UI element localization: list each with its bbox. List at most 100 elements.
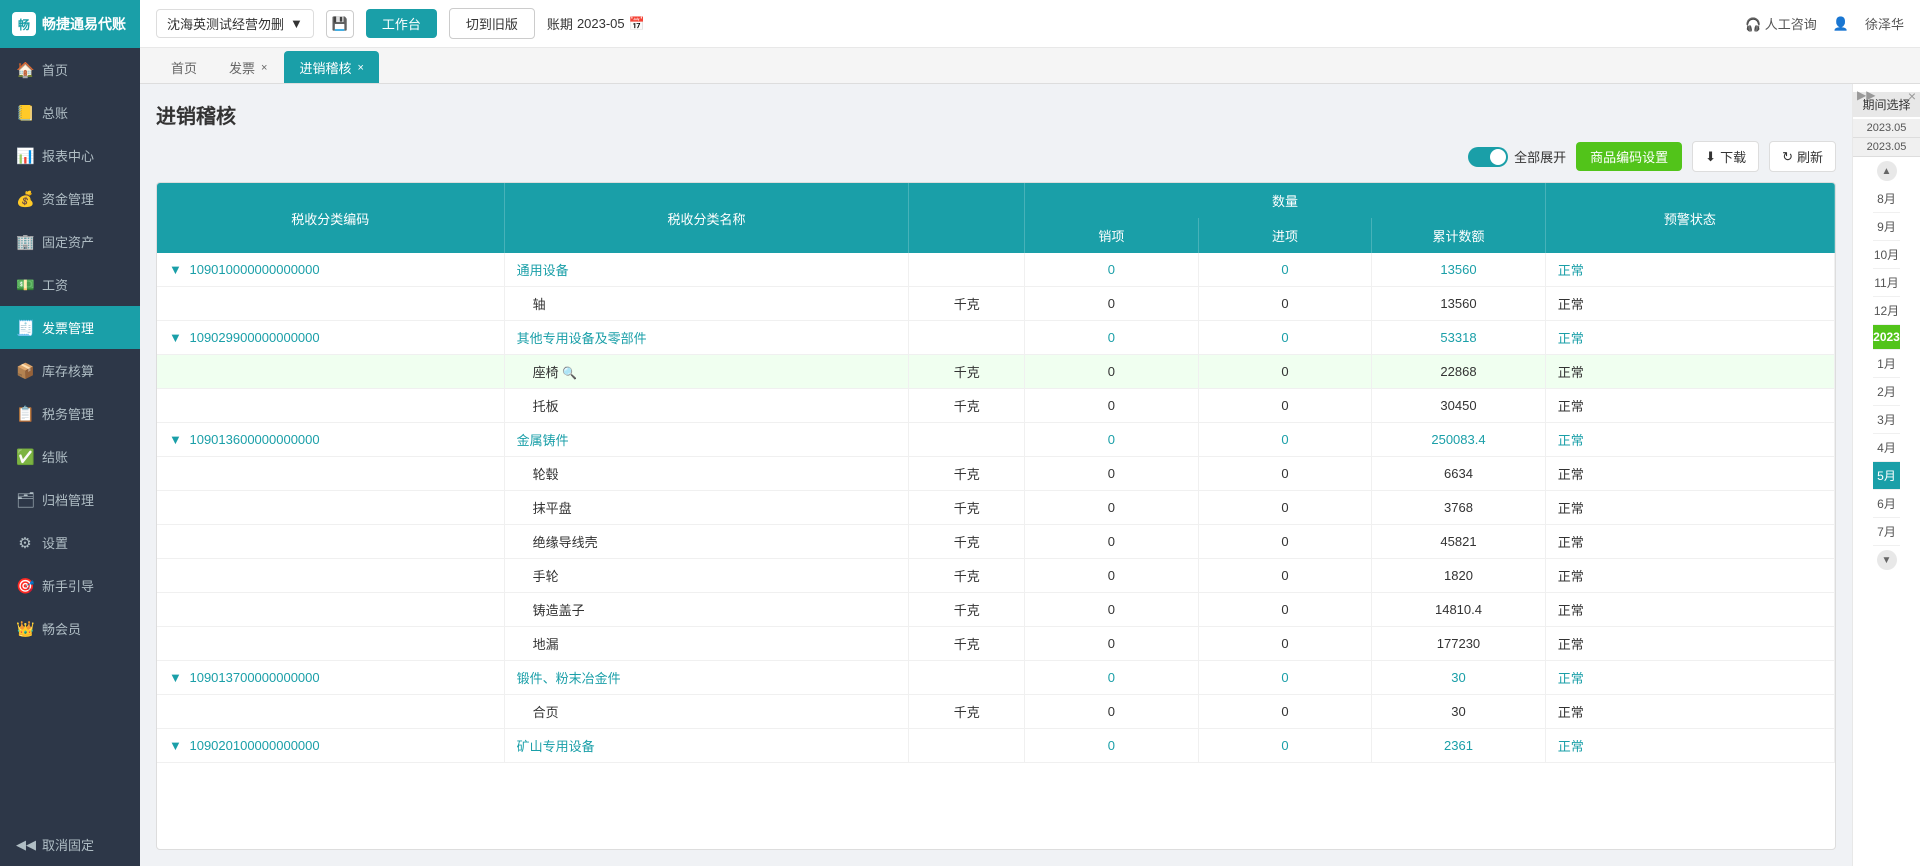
sidebar-item-funds[interactable]: 💰 资金管理 — [0, 177, 140, 220]
period-month-item[interactable]: 5月 — [1873, 462, 1900, 490]
unpin-label: 取消固定 — [42, 835, 94, 854]
sidebar-item-settlement[interactable]: ✅ 结账 — [0, 435, 140, 478]
sidebar-item-settings[interactable]: ⚙ 设置 — [0, 521, 140, 564]
tab-invoice-close[interactable]: × — [261, 62, 267, 74]
search-icon[interactable]: 🔍 — [562, 366, 577, 380]
refresh-button[interactable]: ↻ 刷新 — [1769, 141, 1836, 172]
user-avatar: 👤 — [1833, 16, 1849, 32]
collapse-down-button[interactable]: ▼ — [1877, 550, 1897, 570]
period-month-item[interactable]: 4月 — [1873, 434, 1900, 462]
sidebar-item-inventory[interactable]: 📦 库存核算 — [0, 349, 140, 392]
table-cell-name: 矿山专用设备 — [504, 729, 909, 763]
table-cell-code — [157, 627, 504, 661]
period-month-item[interactable]: 6月 — [1873, 490, 1900, 518]
table-cell-name: 座椅 🔍 — [504, 355, 909, 389]
expand-icon[interactable]: ▼ — [169, 670, 182, 685]
panel-close-button[interactable]: × — [1908, 88, 1916, 104]
expand-icon[interactable]: ▼ — [169, 330, 182, 345]
tab-check-close[interactable]: × — [357, 62, 363, 74]
expand-all-toggle[interactable]: 全部展开 — [1468, 147, 1566, 167]
table-cell-code — [157, 355, 504, 389]
download-icon: ⬇ — [1705, 149, 1716, 165]
tab-invoice[interactable]: 发票 × — [214, 51, 282, 83]
period-month-item[interactable]: 3月 — [1873, 406, 1900, 434]
period-year-bottom: 2023.05 — [1853, 138, 1920, 157]
col-cumulative: 累计数额 — [1372, 218, 1546, 253]
col-warning: 预警状态 — [1545, 183, 1834, 253]
table-cell-purchase: 0 — [1198, 355, 1372, 389]
period-month-item[interactable]: 2023 — [1873, 325, 1900, 350]
table-cell-sale: 0 — [1025, 423, 1199, 457]
period-month-item[interactable]: 12月 — [1873, 297, 1900, 325]
table-cell-status: 正常 — [1545, 457, 1834, 491]
table-cell-status: 正常 — [1545, 389, 1834, 423]
user-name: 徐泽华 — [1865, 14, 1904, 33]
table-cell-name: 地漏 — [504, 627, 909, 661]
expand-icon[interactable]: ▼ — [169, 738, 182, 753]
table-cell-unit: 千克 — [909, 559, 1025, 593]
workbench-button[interactable]: 工作台 — [366, 9, 437, 38]
table-cell-purchase: 0 — [1198, 695, 1372, 729]
page-title: 进销稽核 — [156, 100, 1836, 129]
period-month-item[interactable]: 1月 — [1873, 350, 1900, 378]
calendar-icon[interactable]: 📅 — [629, 16, 645, 32]
table-cell-code — [157, 389, 504, 423]
main-area: 沈海英测试经营勿删 ▼ 💾 工作台 切到旧版 账期 2023-05 📅 🎧 人工… — [140, 0, 1920, 866]
table-cell-purchase: 0 — [1198, 627, 1372, 661]
period-month-item[interactable]: 8月 — [1873, 185, 1900, 213]
collapse-up-button[interactable]: ▲ — [1877, 161, 1897, 181]
sidebar-item-tax[interactable]: 📋 税务管理 — [0, 392, 140, 435]
table-cell-code — [157, 287, 504, 321]
app-name: 畅捷通易代账 — [42, 14, 126, 34]
period-month-item[interactable]: 9月 — [1873, 213, 1900, 241]
col-sale: 销项 — [1025, 218, 1199, 253]
switch-version-button[interactable]: 切到旧版 — [449, 8, 535, 39]
product-code-settings-button[interactable]: 商品编码设置 — [1576, 142, 1682, 171]
table-cell-purchase: 0 — [1198, 321, 1372, 355]
sidebar-item-label: 报表中心 — [42, 146, 94, 165]
guide-icon: 🎯 — [16, 577, 34, 595]
panel-expand-icon[interactable]: ▶▶ — [1857, 88, 1875, 102]
period-month-item[interactable]: 7月 — [1873, 518, 1900, 546]
tab-check-label: 进销稽核 — [299, 58, 351, 77]
support-link[interactable]: 🎧 人工咨询 — [1745, 14, 1817, 33]
tab-check[interactable]: 进销稽核 × — [284, 51, 378, 83]
period-month-item[interactable]: 2月 — [1873, 378, 1900, 406]
archive-icon: 🗂 — [16, 491, 34, 509]
sidebar-item-salary[interactable]: 💵 工资 — [0, 263, 140, 306]
period-month-item[interactable]: 11月 — [1873, 269, 1900, 297]
tab-home[interactable]: 首页 — [156, 51, 212, 83]
period-month-item[interactable]: 10月 — [1873, 241, 1900, 269]
tabs-bar: 首页 发票 × 进销稽核 × — [140, 48, 1920, 84]
toggle-track[interactable] — [1468, 147, 1508, 167]
sidebar-item-member[interactable]: 👑 畅会员 — [0, 607, 140, 650]
table-cell-name: 抹平盘 — [504, 491, 909, 525]
sidebar-item-label: 首页 — [42, 60, 68, 79]
table-cell-cumulative: 2361 — [1372, 729, 1546, 763]
company-selector[interactable]: 沈海英测试经营勿删 ▼ — [156, 9, 314, 38]
col-unit — [909, 183, 1025, 253]
period-year-top: 2023.05 — [1853, 119, 1920, 138]
expand-icon[interactable]: ▼ — [169, 432, 182, 447]
table-cell-name: 通用设备 — [504, 253, 909, 287]
sidebar-item-reports[interactable]: 📊 报表中心 — [0, 134, 140, 177]
table-cell-code — [157, 559, 504, 593]
table-cell-code: ▼ 109029900000000000 — [157, 321, 504, 355]
unpin-button[interactable]: ◀◀ 取消固定 — [0, 823, 140, 866]
download-button[interactable]: ⬇ 下载 — [1692, 141, 1759, 172]
sidebar-item-archive[interactable]: 🗂 归档管理 — [0, 478, 140, 521]
funds-icon: 💰 — [16, 190, 34, 208]
table-cell-sale: 0 — [1025, 559, 1199, 593]
table-cell-sale: 0 — [1025, 253, 1199, 287]
sidebar-item-ledger[interactable]: 📒 总账 — [0, 91, 140, 134]
sidebar-item-invoice[interactable]: 🧾 发票管理 — [0, 306, 140, 349]
tab-home-label: 首页 — [171, 58, 197, 77]
sidebar-item-assets[interactable]: 🏢 固定资产 — [0, 220, 140, 263]
sidebar-item-home[interactable]: 🏠 首页 — [0, 48, 140, 91]
home-icon: 🏠 — [16, 61, 34, 79]
sidebar-item-guide[interactable]: 🎯 新手引导 — [0, 564, 140, 607]
save-button[interactable]: 💾 — [326, 10, 354, 38]
reports-icon: 📊 — [16, 147, 34, 165]
expand-icon[interactable]: ▼ — [169, 262, 182, 277]
sidebar: 畅 畅捷通易代账 🏠 首页 📒 总账 📊 报表中心 💰 资金管理 🏢 固定资产 … — [0, 0, 140, 866]
